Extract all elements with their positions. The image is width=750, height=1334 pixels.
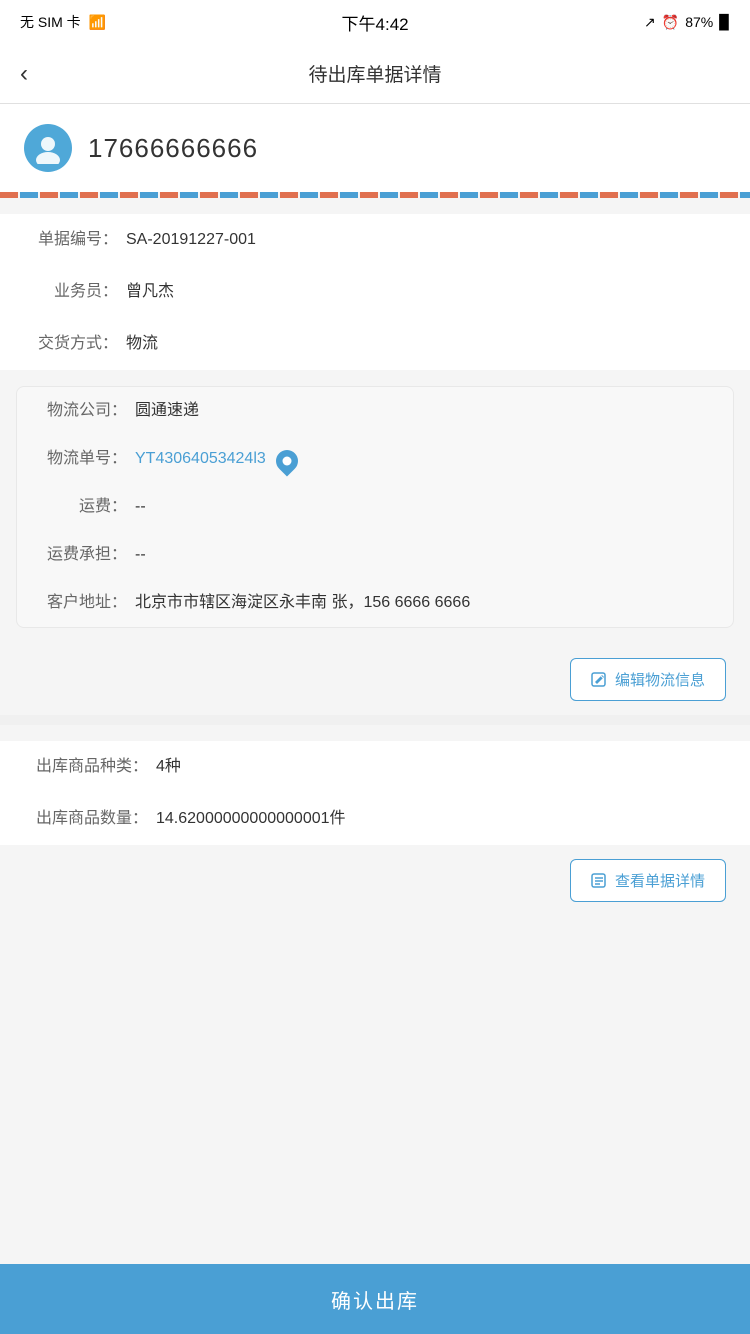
status-time: 下午4:42: [342, 10, 409, 35]
document-number-row: 单据编号： SA-20191227-001: [0, 214, 750, 266]
nav-bar: ‹ 待出库单据详情: [0, 44, 750, 104]
logistics-company-label: 物流公司：: [37, 399, 127, 423]
status-indicators: ↗ ⏰ 87% ▉: [644, 14, 730, 31]
goods-types-row: 出库商品种类： 4种: [0, 741, 750, 793]
logistics-tracking-value: YT43064053424l3: [135, 447, 713, 471]
confirm-button[interactable]: 确认出库: [0, 1264, 750, 1334]
logistics-company-row: 物流公司： 圆通速递: [17, 387, 733, 435]
wifi-icon: 📶: [89, 14, 106, 31]
logistics-tracking-label: 物流单号：: [37, 447, 127, 471]
list-icon: [591, 873, 607, 889]
document-number-value: SA-20191227-001: [126, 228, 722, 252]
freight-value: --: [135, 495, 713, 519]
freight-bearer-row: 运费承担： --: [17, 531, 733, 579]
goods-types-label: 出库商品种类：: [28, 755, 148, 779]
view-detail-action-row: 查看单据详情: [0, 845, 750, 916]
sales-rep-value: 曾凡杰: [126, 280, 722, 304]
customer-phone: 17666666666: [88, 133, 258, 164]
status-carrier: 无 SIM 卡 📶: [20, 12, 106, 32]
document-info-section: 单据编号： SA-20191227-001 业务员： 曾凡杰 交货方式： 物流: [0, 214, 750, 370]
goods-info-section: 出库商品种类： 4种 出库商品数量： 14.62000000000000001件: [0, 741, 750, 845]
dashed-divider: [0, 192, 750, 198]
goods-quantity-label: 出库商品数量：: [28, 807, 148, 831]
status-bar: 无 SIM 卡 📶 下午4:42 ↗ ⏰ 87% ▉: [0, 0, 750, 44]
edit-logistics-button[interactable]: 编辑物流信息: [570, 658, 726, 701]
tracking-number: YT43064053424l3: [135, 447, 266, 471]
edit-logistics-action-row: 编辑物流信息: [0, 644, 750, 715]
customer-header: 17666666666: [0, 104, 750, 192]
delivery-label: 交货方式：: [28, 332, 118, 356]
goods-quantity-row: 出库商品数量： 14.62000000000000001件: [0, 793, 750, 845]
freight-bearer-value: --: [135, 543, 713, 567]
freight-row: 运费： --: [17, 483, 733, 531]
sales-rep-row: 业务员： 曾凡杰: [0, 266, 750, 318]
edit-logistics-label: 编辑物流信息: [615, 669, 705, 690]
address-value: 北京市市辖区海淀区永丰南 张，156 6666 6666: [135, 591, 713, 615]
alarm-icon: ⏰: [662, 14, 679, 31]
battery-text: 87%: [685, 14, 713, 30]
freight-label: 运费：: [37, 495, 127, 519]
sales-rep-label: 业务员：: [28, 280, 118, 304]
back-button[interactable]: ‹: [12, 52, 36, 96]
address-label: 客户地址：: [37, 591, 127, 615]
back-icon: ‹: [20, 60, 28, 87]
gray-separator: [0, 715, 750, 725]
edit-icon: [591, 672, 607, 688]
logistics-card: 物流公司： 圆通速递 物流单号： YT43064053424l3 运费： -- …: [16, 386, 734, 628]
location-icon: ↗: [644, 14, 656, 31]
battery-icon: ▉: [719, 14, 730, 31]
delivery-value: 物流: [126, 332, 722, 356]
avatar-icon: [32, 132, 64, 164]
location-pin-icon[interactable]: [271, 445, 302, 476]
view-detail-button[interactable]: 查看单据详情: [570, 859, 726, 902]
address-row: 客户地址： 北京市市辖区海淀区永丰南 张，156 6666 6666: [17, 579, 733, 627]
logistics-tracking-row: 物流单号： YT43064053424l3: [17, 435, 733, 483]
confirm-button-label: 确认出库: [331, 1285, 419, 1314]
nav-title: 待出库单据详情: [308, 60, 441, 87]
freight-bearer-label: 运费承担：: [37, 543, 127, 567]
document-number-label: 单据编号：: [28, 228, 118, 252]
delivery-row: 交货方式： 物流: [0, 318, 750, 370]
view-detail-label: 查看单据详情: [615, 870, 705, 891]
avatar: [24, 124, 72, 172]
goods-quantity-value: 14.62000000000000001件: [156, 807, 722, 831]
carrier-text: 无 SIM 卡: [20, 12, 81, 32]
logistics-company-value: 圆通速递: [135, 399, 713, 423]
goods-types-value: 4种: [156, 755, 722, 779]
